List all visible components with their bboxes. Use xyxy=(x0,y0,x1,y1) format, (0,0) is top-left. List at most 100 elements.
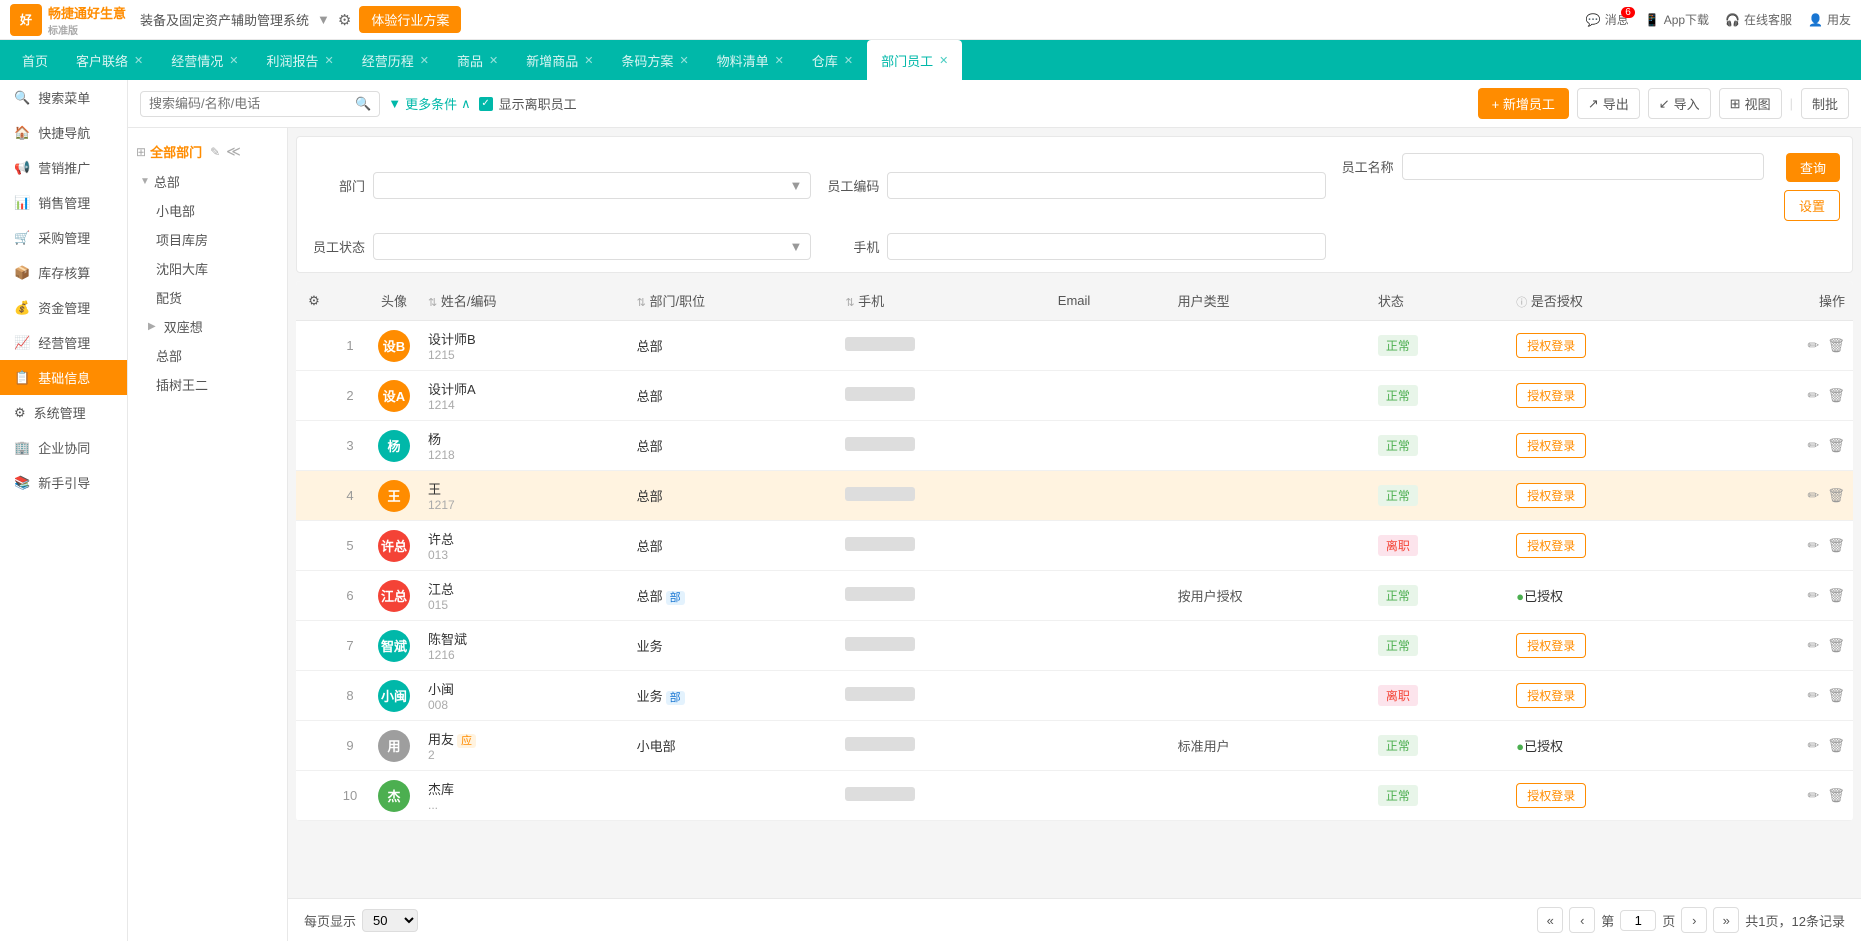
col-settings[interactable]: ⚙ xyxy=(296,281,332,321)
nav-marketing[interactable]: 📢 营销推广 xyxy=(0,150,127,185)
filter-status-select[interactable]: ▼ xyxy=(373,233,811,260)
delete-icon[interactable]: 🗑 xyxy=(1827,687,1845,704)
delete-icon[interactable]: 🗑 xyxy=(1827,587,1845,604)
edit-icon[interactable]: ✏ xyxy=(1807,787,1819,804)
tab-customer-close[interactable]: ✕ xyxy=(134,54,143,67)
dept-item-main[interactable]: ▼ 总部 xyxy=(128,167,287,196)
col-dept[interactable]: ⇅ 部门/职位 xyxy=(629,281,838,321)
tab-profit[interactable]: 利润报告 ✕ xyxy=(252,40,347,80)
edit-icon[interactable]: ✏ xyxy=(1807,737,1819,754)
experience-btn[interactable]: 体验行业方案 xyxy=(359,6,461,33)
print-btn[interactable]: 制批 xyxy=(1801,88,1849,119)
tab-operation-status[interactable]: 经营情况 ✕ xyxy=(157,40,252,80)
nav-purchase[interactable]: 🛒 采购管理 xyxy=(0,220,127,255)
dept-item-shuangzuo[interactable]: ▶ 双座想 xyxy=(128,312,287,341)
col-name[interactable]: ⇅ 姓名/编码 xyxy=(420,281,629,321)
filter-empname-input[interactable] xyxy=(1402,153,1764,180)
edit-icon[interactable]: ✏ xyxy=(1807,587,1819,604)
nav-guide[interactable]: 📚 新手引导 xyxy=(0,465,127,500)
tab-operation-history-close[interactable]: ✕ xyxy=(420,54,429,67)
tab-profit-close[interactable]: ✕ xyxy=(325,54,334,67)
query-btn[interactable]: 查询 xyxy=(1786,153,1840,182)
message-btn[interactable]: 💬 6 消息 xyxy=(1586,11,1629,28)
tab-barcode[interactable]: 条码方案 ✕ xyxy=(607,40,702,80)
nav-quick[interactable]: 🏠 快捷导航 xyxy=(0,115,127,150)
settings-icon[interactable]: ⚙ xyxy=(338,11,351,29)
tab-warehouse[interactable]: 仓库 ✕ xyxy=(798,40,867,80)
show-resigned-wrap[interactable]: ✓ 显示离职员工 xyxy=(479,94,577,113)
authorize-btn[interactable]: 授权登录 xyxy=(1516,633,1586,658)
delete-icon[interactable]: 🗑 xyxy=(1827,787,1845,804)
tab-home[interactable]: 首页 xyxy=(8,40,62,80)
dept-settings-icon[interactable]: ✎ xyxy=(210,145,220,159)
dept-subitem-chashuwang[interactable]: 插树王二 xyxy=(128,370,287,399)
tab-warehouse-close[interactable]: ✕ xyxy=(844,54,853,67)
first-page-btn[interactable]: « xyxy=(1537,907,1563,933)
dept-subitem-zongbu[interactable]: 总部 xyxy=(128,341,287,370)
filter-phone-input[interactable] xyxy=(887,233,1325,260)
page-size-select[interactable]: 10 20 50 100 xyxy=(362,909,418,932)
delete-icon[interactable]: 🗑 xyxy=(1827,637,1845,654)
dept-subitem-peihuo[interactable]: 配货 xyxy=(128,283,287,312)
edit-icon[interactable]: ✏ xyxy=(1807,687,1819,704)
tab-barcode-close[interactable]: ✕ xyxy=(679,54,688,67)
authorize-btn[interactable]: 授权登录 xyxy=(1516,433,1586,458)
dropdown-icon[interactable]: ▼ xyxy=(317,12,330,27)
nav-sales[interactable]: 📊 销售管理 xyxy=(0,185,127,220)
nav-operation[interactable]: 📈 经营管理 xyxy=(0,325,127,360)
dept-subitem-shenyang[interactable]: 沈阳大库 xyxy=(128,254,287,283)
nav-inventory[interactable]: 📦 库存核算 xyxy=(0,255,127,290)
nav-enterprise[interactable]: 🏢 企业协同 xyxy=(0,430,127,465)
setup-btn[interactable]: 设置 xyxy=(1784,190,1840,221)
edit-icon[interactable]: ✏ xyxy=(1807,337,1819,354)
tab-new-goods[interactable]: 新增商品 ✕ xyxy=(512,40,607,80)
filter-dept-select[interactable]: ▼ xyxy=(373,172,811,199)
online-service-btn[interactable]: 🎧 在线客服 xyxy=(1725,11,1792,28)
tab-operation-status-close[interactable]: ✕ xyxy=(229,54,238,67)
tab-dept-employee-close[interactable]: ✕ xyxy=(939,54,948,67)
tab-goods[interactable]: 商品 ✕ xyxy=(443,40,512,80)
prev-page-btn[interactable]: ‹ xyxy=(1569,907,1595,933)
col-phone[interactable]: ⇅ 手机 xyxy=(837,281,1049,321)
nav-system[interactable]: ⚙ 系统管理 xyxy=(0,395,127,430)
dept-subitem-project[interactable]: 项目库房 xyxy=(128,225,287,254)
edit-icon[interactable]: ✏ xyxy=(1807,637,1819,654)
nav-finance[interactable]: 💰 资金管理 xyxy=(0,290,127,325)
add-employee-btn[interactable]: + 新增员工 xyxy=(1478,88,1569,119)
last-page-btn[interactable]: » xyxy=(1713,907,1739,933)
tab-new-goods-close[interactable]: ✕ xyxy=(584,54,593,67)
nav-basic-info[interactable]: 📋 基础信息 xyxy=(0,360,127,395)
search-input[interactable] xyxy=(149,96,349,111)
delete-icon[interactable]: 🗑 xyxy=(1827,437,1845,454)
dept-collapse-icon[interactable]: ≪ xyxy=(226,143,241,160)
authorize-btn[interactable]: 授权登录 xyxy=(1516,533,1586,558)
dept-subitem-xiaodian[interactable]: 小电部 xyxy=(128,196,287,225)
filter-empcode-input[interactable] xyxy=(887,172,1325,199)
authorize-btn[interactable]: 授权登录 xyxy=(1516,483,1586,508)
authorize-btn[interactable]: 授权登录 xyxy=(1516,783,1586,808)
delete-icon[interactable]: 🗑 xyxy=(1827,537,1845,554)
tab-bom-close[interactable]: ✕ xyxy=(775,54,784,67)
import-btn[interactable]: ↙ 导入 xyxy=(1648,88,1711,119)
nav-search[interactable]: 🔍 搜索菜单 xyxy=(0,80,127,115)
edit-icon[interactable]: ✏ xyxy=(1807,437,1819,454)
page-input[interactable] xyxy=(1620,910,1656,931)
tab-customer[interactable]: 客户联络 ✕ xyxy=(62,40,157,80)
view-btn[interactable]: ⊞ 视图 xyxy=(1719,88,1782,119)
tab-bom[interactable]: 物料清单 ✕ xyxy=(703,40,798,80)
delete-icon[interactable]: 🗑 xyxy=(1827,737,1845,754)
next-page-btn[interactable]: › xyxy=(1681,907,1707,933)
authorize-btn[interactable]: 授权登录 xyxy=(1516,333,1586,358)
show-resigned-checkbox[interactable]: ✓ xyxy=(479,97,493,111)
tab-dept-employee[interactable]: 部门员工 ✕ xyxy=(867,40,962,80)
delete-icon[interactable]: 🗑 xyxy=(1827,387,1845,404)
authorize-btn[interactable]: 授权登录 xyxy=(1516,683,1586,708)
delete-icon[interactable]: 🗑 xyxy=(1827,487,1845,504)
export-btn[interactable]: ↗ 导出 xyxy=(1577,88,1640,119)
app-download-btn[interactable]: 📱 App下载 xyxy=(1645,11,1709,28)
tab-operation-history[interactable]: 经营历程 ✕ xyxy=(348,40,443,80)
edit-icon[interactable]: ✏ xyxy=(1807,537,1819,554)
edit-icon[interactable]: ✏ xyxy=(1807,487,1819,504)
edit-icon[interactable]: ✏ xyxy=(1807,387,1819,404)
delete-icon[interactable]: 🗑 xyxy=(1827,337,1845,354)
